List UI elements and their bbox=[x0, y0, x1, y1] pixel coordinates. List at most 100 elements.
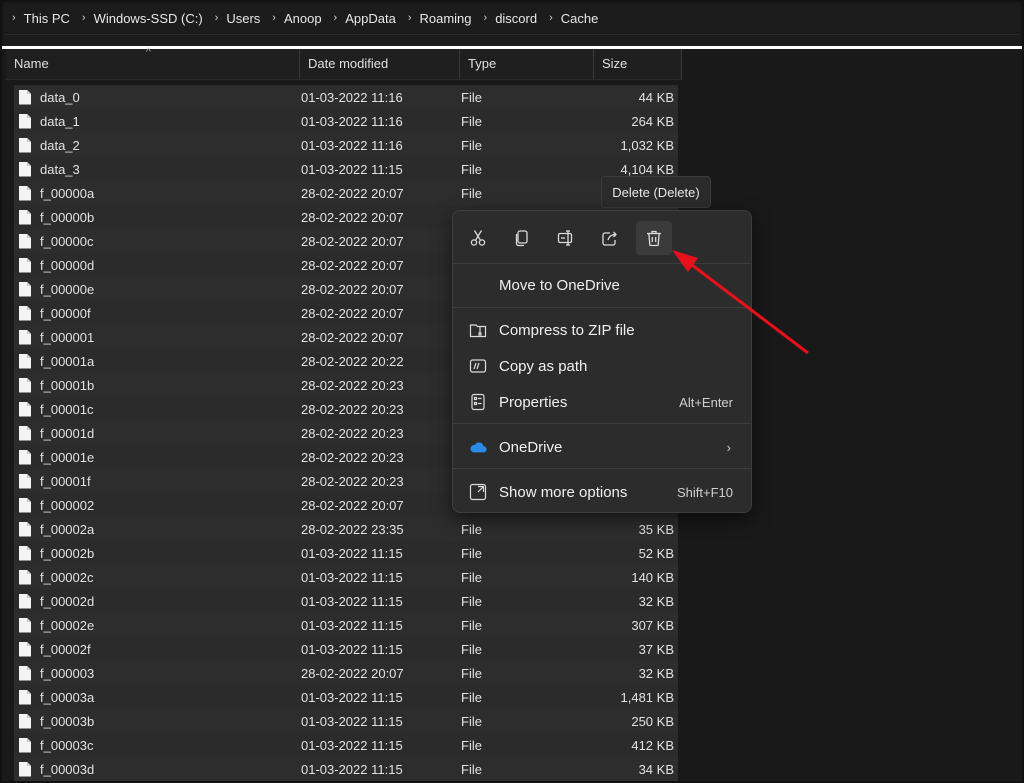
menu-item-label: OneDrive bbox=[499, 438, 563, 456]
file-size: 412 KB bbox=[631, 737, 674, 753]
breadcrumb-item[interactable]: › This PC bbox=[4, 11, 70, 26]
breadcrumb-item[interactable]: › AppData bbox=[322, 11, 396, 26]
file-type: File bbox=[461, 665, 482, 681]
file-name: data_0 bbox=[40, 89, 80, 105]
column-header-name[interactable]: Name ^ bbox=[6, 47, 300, 79]
breadcrumb-item[interactable]: › Windows-SSD (C:) bbox=[70, 11, 203, 26]
file-size: 1,481 KB bbox=[620, 689, 675, 705]
file-row[interactable]: f_00003b 01-03-2022 11:15 File 250 KB bbox=[14, 709, 678, 733]
file-row[interactable]: f_000003 28-02-2022 20:07 File 32 KB bbox=[14, 661, 678, 685]
breadcrumb-item[interactable]: › discord bbox=[472, 11, 538, 26]
file-name-cell: f_00003b bbox=[14, 713, 301, 729]
rename-button[interactable] bbox=[548, 221, 584, 255]
file-name: data_1 bbox=[40, 113, 80, 129]
file-name: f_00001c bbox=[40, 401, 94, 417]
file-type: File bbox=[461, 593, 482, 609]
menu-item-label: Properties bbox=[499, 393, 568, 411]
file-name: f_00002a bbox=[40, 521, 95, 537]
file-name: f_00002f bbox=[40, 641, 91, 657]
file-icon bbox=[19, 257, 31, 273]
file-name-cell: f_00000e bbox=[14, 281, 301, 297]
file-row[interactable]: f_00002a 28-02-2022 23:35 File 35 KB bbox=[14, 517, 678, 541]
share-button[interactable] bbox=[592, 221, 628, 255]
file-date: 28-02-2022 23:35 bbox=[301, 521, 404, 537]
file-date: 28-02-2022 20:07 bbox=[301, 281, 404, 297]
file-date: 28-02-2022 20:23 bbox=[301, 473, 404, 489]
file-row[interactable]: f_00002e 01-03-2022 11:15 File 307 KB bbox=[14, 613, 678, 637]
file-row[interactable]: f_00003a 01-03-2022 11:15 File 1,481 KB bbox=[14, 685, 678, 709]
properties-item[interactable]: Properties Alt+Enter bbox=[453, 385, 751, 419]
file-name: f_00002c bbox=[40, 569, 94, 585]
file-date: 01-03-2022 11:16 bbox=[301, 137, 403, 153]
file-name-cell: f_00000c bbox=[14, 233, 301, 249]
breadcrumb-item[interactable]: › Cache bbox=[537, 11, 598, 26]
file-date: 01-03-2022 11:15 bbox=[301, 689, 403, 705]
file-size: 307 KB bbox=[631, 617, 674, 633]
scissors-icon bbox=[470, 230, 486, 246]
copy-icon bbox=[515, 230, 528, 247]
file-row[interactable]: data_1 01-03-2022 11:16 File 264 KB bbox=[14, 109, 678, 133]
onedrive-item[interactable]: OneDrive › bbox=[453, 430, 751, 464]
breadcrumb-label: AppData bbox=[345, 10, 396, 26]
file-row[interactable]: data_2 01-03-2022 11:16 File 1,032 KB bbox=[14, 133, 678, 157]
show-more-options-item[interactable]: Show more options Shift+F10 bbox=[453, 475, 751, 509]
file-name-cell: f_00002e bbox=[14, 617, 301, 633]
file-date: 28-02-2022 20:23 bbox=[301, 377, 404, 393]
file-name-cell: f_00002d bbox=[14, 593, 301, 609]
file-name: f_00003a bbox=[40, 689, 95, 705]
menu-item-label: Compress to ZIP file bbox=[499, 321, 635, 339]
file-row[interactable]: data_0 01-03-2022 11:16 File 44 KB bbox=[14, 85, 678, 109]
file-icon bbox=[19, 617, 31, 633]
file-name: f_00002e bbox=[40, 617, 95, 633]
file-name: data_3 bbox=[40, 161, 80, 177]
breadcrumb-item[interactable]: › Anoop bbox=[260, 11, 321, 26]
copy-button[interactable] bbox=[504, 221, 540, 255]
breadcrumb-item[interactable]: › Users bbox=[203, 11, 261, 26]
copy-as-path-item[interactable]: Copy as path bbox=[453, 349, 751, 383]
file-icon bbox=[19, 305, 31, 321]
file-row[interactable]: f_00000a 28-02-2022 20:07 File bbox=[14, 181, 678, 205]
breadcrumb-item[interactable]: › Roaming bbox=[396, 11, 472, 26]
file-date: 28-02-2022 20:07 bbox=[301, 665, 404, 681]
file-size: 52 KB bbox=[638, 545, 674, 561]
file-type: File bbox=[461, 761, 482, 777]
file-name: f_00003d bbox=[40, 761, 95, 777]
compress-zip-item[interactable]: Compress to ZIP file bbox=[453, 313, 751, 347]
file-size: 264 KB bbox=[631, 113, 674, 129]
file-row[interactable]: f_00002d 01-03-2022 11:15 File 32 KB bbox=[14, 589, 678, 613]
cut-button[interactable] bbox=[460, 221, 496, 255]
file-date: 28-02-2022 20:07 bbox=[301, 185, 404, 201]
copy-path-icon bbox=[469, 357, 487, 375]
file-name-cell: f_00001a bbox=[14, 353, 301, 369]
menu-divider bbox=[453, 423, 751, 424]
file-name-cell: data_1 bbox=[14, 113, 301, 129]
file-date: 28-02-2022 20:07 bbox=[301, 329, 404, 345]
file-name: f_000003 bbox=[40, 665, 95, 681]
delete-button[interactable] bbox=[636, 221, 672, 255]
file-size: 37 KB bbox=[638, 641, 674, 657]
file-row[interactable]: f_00003c 01-03-2022 11:15 File 412 KB bbox=[14, 733, 678, 757]
file-date: 28-02-2022 20:22 bbox=[301, 353, 404, 369]
file-name: f_00001e bbox=[40, 449, 95, 465]
file-row[interactable]: f_00003d 01-03-2022 11:15 File 34 KB bbox=[14, 757, 678, 781]
file-size: 140 KB bbox=[631, 569, 674, 585]
file-name-cell: data_0 bbox=[14, 89, 301, 105]
file-name-cell: f_00003c bbox=[14, 737, 301, 753]
file-date: 01-03-2022 11:15 bbox=[301, 593, 403, 609]
file-size: 32 KB bbox=[638, 593, 674, 609]
column-header-size[interactable]: Size bbox=[594, 49, 682, 79]
column-header-type[interactable]: Type bbox=[460, 49, 594, 79]
file-date: 28-02-2022 20:07 bbox=[301, 257, 404, 273]
file-row[interactable]: f_00002c 01-03-2022 11:15 File 140 KB bbox=[14, 565, 678, 589]
file-row[interactable]: data_3 01-03-2022 11:15 File 4,104 KB bbox=[14, 157, 678, 181]
move-to-onedrive-item[interactable]: Move to OneDrive bbox=[453, 268, 751, 302]
file-name: f_000002 bbox=[40, 497, 95, 513]
column-header-date[interactable]: Date modified bbox=[300, 49, 460, 79]
file-name-cell: f_000002 bbox=[14, 497, 301, 513]
file-name: f_00000b bbox=[40, 209, 95, 225]
file-row[interactable]: f_00002f 01-03-2022 11:15 File 37 KB bbox=[14, 637, 678, 661]
file-name: f_00001a bbox=[40, 353, 95, 369]
file-type: File bbox=[461, 689, 482, 705]
file-row[interactable]: f_00002b 01-03-2022 11:15 File 52 KB bbox=[14, 541, 678, 565]
chevron-right-icon: › bbox=[214, 12, 219, 24]
